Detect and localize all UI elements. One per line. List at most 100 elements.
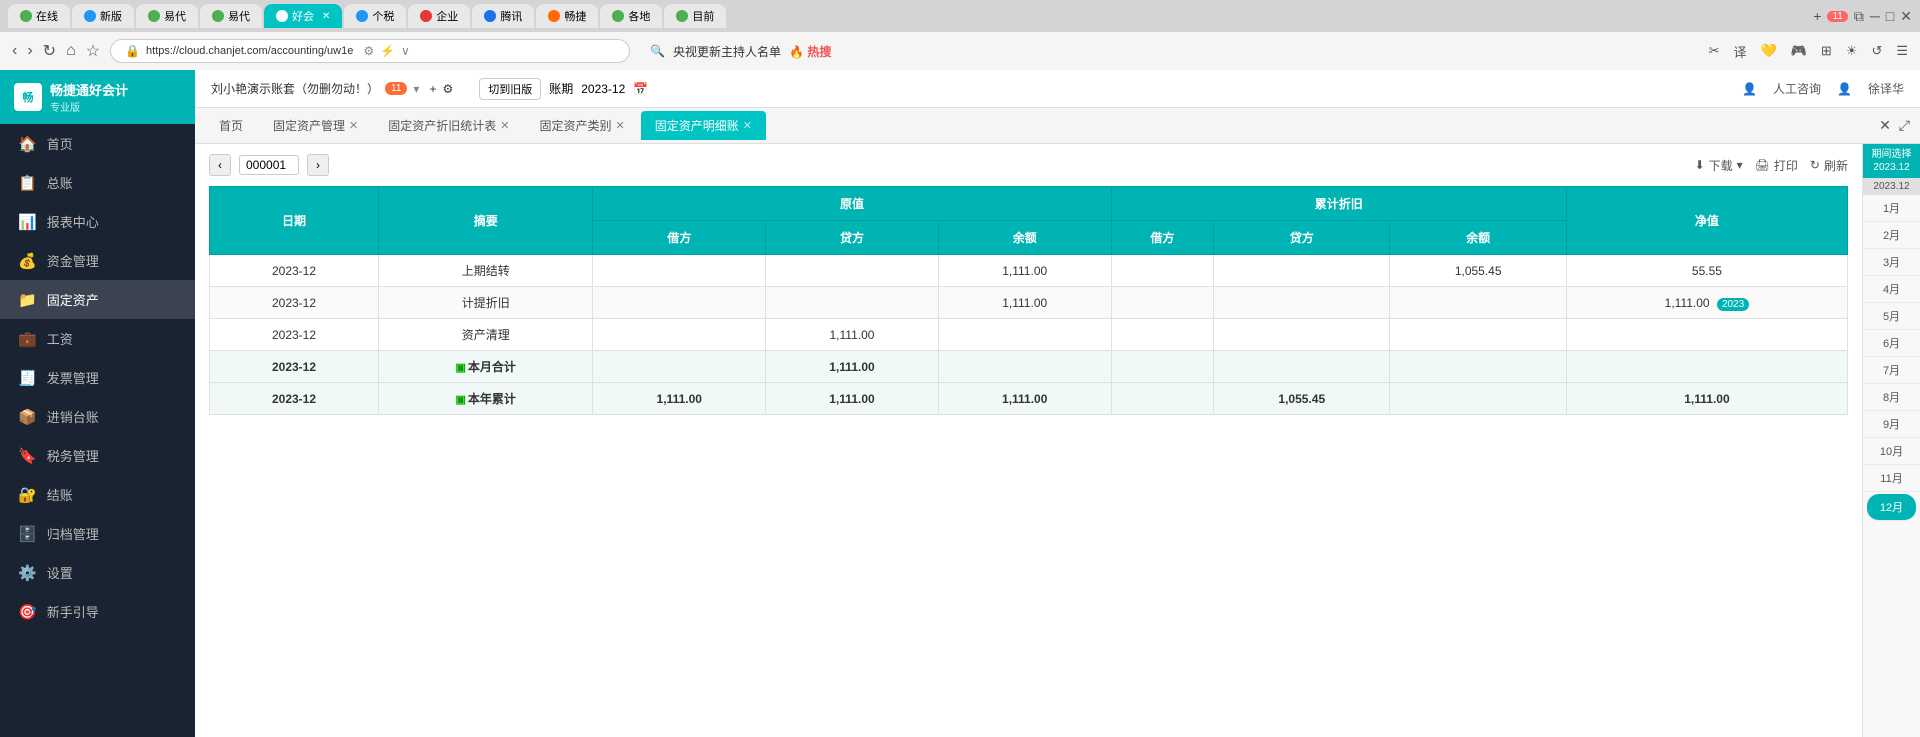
scissors-icon[interactable]: ✂	[1709, 43, 1720, 59]
page-tab-fa-stats[interactable]: 固定资产折旧统计表 ✕	[374, 111, 523, 140]
period-month-8[interactable]: 8月	[1863, 384, 1920, 411]
bookmark-button[interactable]: ☆	[86, 41, 100, 61]
forward-button[interactable]: ›	[27, 42, 32, 60]
tab-restore[interactable]: ⧉	[1854, 8, 1864, 25]
sidebar-item-settings[interactable]: ⚙️ 设置	[0, 553, 195, 592]
tab-企业[interactable]: 企业	[408, 4, 470, 28]
tab-目前[interactable]: 目前	[664, 4, 726, 28]
prev-page-button[interactable]: ‹	[209, 154, 231, 176]
sidebar-item-ledger[interactable]: 📋 总账	[0, 163, 195, 202]
cell-summary: 计提折旧	[379, 287, 593, 319]
sidebar-item-funds[interactable]: 💰 资金管理	[0, 241, 195, 280]
page-tab-fa-detail[interactable]: 固定资产明细账 ✕	[641, 111, 766, 140]
period-label: 账期	[549, 80, 573, 97]
sidebar-item-home[interactable]: 🏠 首页	[0, 124, 195, 163]
period-month-5[interactable]: 5月	[1863, 303, 1920, 330]
tab-好会[interactable]: 好会 ✕	[264, 4, 342, 28]
sidebar-subtitle: 专业版	[50, 99, 128, 114]
add-account-button[interactable]: +	[429, 82, 436, 96]
sidebar-item-sales[interactable]: 📦 进销台账	[0, 397, 195, 436]
sidebar-nav: 🏠 首页 📋 总账 📊 报表中心 💰 资金管理 📁 固定资产 💼 工资	[0, 124, 195, 737]
sidebar-item-closing[interactable]: 🔐 结账	[0, 475, 195, 514]
sidebar-item-fixed-assets[interactable]: 📁 固定资产	[0, 280, 195, 319]
home-button[interactable]: ⌂	[66, 42, 76, 60]
period-month-9[interactable]: 9月	[1863, 411, 1920, 438]
period-month-7[interactable]: 7月	[1863, 357, 1920, 384]
page-tab-home[interactable]: 首页	[205, 111, 257, 140]
menu-icon[interactable]: ☰	[1896, 43, 1908, 59]
cell-summary: ▣本年累计	[379, 383, 593, 415]
tab-各地[interactable]: 各地	[600, 4, 662, 28]
switch-version-button[interactable]: 切到旧版	[479, 78, 541, 100]
period-sidebar-header: 期间选择 2023.12	[1863, 144, 1920, 178]
grid-icon[interactable]: ⊞	[1821, 43, 1832, 59]
period-month-10[interactable]: 10月	[1863, 438, 1920, 465]
collapse-tab-button[interactable]: ✕	[1879, 117, 1891, 134]
settings-account-button[interactable]: ⚙	[442, 82, 453, 96]
refresh-button[interactable]: ↻ 刷新	[1810, 157, 1848, 174]
period-month-12[interactable]: 12月	[1867, 494, 1916, 521]
sidebar-item-guide[interactable]: 🎯 新手引导	[0, 592, 195, 631]
back-button[interactable]: ‹	[12, 42, 17, 60]
content-main: ‹ › ⬇ 下载 ▾ 🖨 打印 ↻	[195, 144, 1862, 737]
help-label[interactable]: 人工咨询	[1773, 80, 1821, 97]
page-tab-fa-detail-label: 固定资产明细账	[655, 117, 739, 134]
cell-orig-debit	[593, 287, 766, 319]
wallet-icon[interactable]: 💛	[1761, 43, 1777, 59]
tab-在线[interactable]: 在线	[8, 4, 70, 28]
close-tab-fa-stats[interactable]: ✕	[500, 119, 509, 132]
brightness-icon[interactable]: ☀	[1846, 43, 1858, 59]
undo-icon[interactable]: ↺	[1871, 43, 1882, 59]
new-tab-button[interactable]: +	[1813, 8, 1821, 24]
period-month-4[interactable]: 4月	[1863, 276, 1920, 303]
search-icon: 🔍	[650, 44, 665, 58]
close-tab-fa-detail[interactable]: ✕	[743, 119, 752, 132]
tab-新版[interactable]: 新版	[72, 4, 134, 28]
th-accumulated-dep: 累计折旧	[1111, 187, 1566, 221]
cell-orig-credit: 1,111.00	[766, 383, 939, 415]
url-box[interactable]: 🔒 https://cloud.chanjet.com/accounting/u…	[110, 39, 630, 63]
sidebar-item-archive[interactable]: 🗄️ 归档管理	[0, 514, 195, 553]
period-month-2[interactable]: 2月	[1863, 222, 1920, 249]
translate-icon[interactable]: 译	[1733, 42, 1746, 61]
maximize-button[interactable]: □	[1886, 8, 1894, 24]
refresh-browser-button[interactable]: ↻	[43, 41, 56, 61]
period-month-11[interactable]: 11月	[1863, 465, 1920, 492]
minimize-button[interactable]: ─	[1870, 8, 1880, 24]
close-button[interactable]: ✕	[1900, 8, 1912, 25]
download-icon: ⬇	[1695, 158, 1705, 172]
cell-orig-debit	[593, 351, 766, 383]
th-summary: 摘要	[379, 187, 593, 255]
download-dropdown-icon[interactable]: ▾	[1737, 158, 1743, 172]
page-tab-fa-category[interactable]: 固定资产类别 ✕	[525, 111, 638, 140]
close-tab-fa-category[interactable]: ✕	[616, 119, 625, 132]
cell-dep-balance: 1,055.45	[1390, 255, 1566, 287]
period-month-3[interactable]: 3月	[1863, 249, 1920, 276]
sidebar-item-tax[interactable]: 🔖 税务管理	[0, 436, 195, 475]
closing-icon: 🔐	[18, 486, 37, 504]
tab-腾讯[interactable]: 腾讯	[472, 4, 534, 28]
tab-易代2[interactable]: 易代	[200, 4, 262, 28]
tab-畅捷[interactable]: 畅捷	[536, 4, 598, 28]
game-icon[interactable]: 🎮	[1791, 43, 1807, 59]
period-sidebar: 期间选择 2023.12 2023.12 1月 2月 3月 4月 5月 6月 7…	[1862, 144, 1920, 737]
calendar-icon[interactable]: 📅	[633, 82, 648, 96]
download-button[interactable]: ⬇ 下载 ▾	[1695, 157, 1743, 174]
page-input[interactable]	[239, 155, 299, 175]
browser-tools: ✂ 译 💛 🎮 ⊞ ☀ ↺ ☰	[1709, 42, 1908, 61]
browser-chrome: 在线 新版 易代 易代 好会 ✕ 个税 企业 腾讯	[0, 0, 1920, 70]
sidebar-item-reports[interactable]: 📊 报表中心	[0, 202, 195, 241]
next-page-button[interactable]: ›	[307, 154, 329, 176]
account-dropdown-icon[interactable]: ▾	[413, 82, 419, 96]
close-tab-fa-mgmt[interactable]: ✕	[349, 119, 358, 132]
period-month-1[interactable]: 1月	[1863, 195, 1920, 222]
print-button[interactable]: 🖨 打印	[1755, 157, 1798, 174]
expand-tab-button[interactable]: ⤢	[1899, 117, 1910, 134]
sidebar-item-payroll[interactable]: 💼 工资	[0, 319, 195, 358]
tab-易代1[interactable]: 易代	[136, 4, 198, 28]
sidebar-item-invoice[interactable]: 🧾 发票管理	[0, 358, 195, 397]
account-badge: 11	[385, 82, 407, 95]
page-tab-fa-mgmt[interactable]: 固定资产管理 ✕	[259, 111, 372, 140]
tab-个税[interactable]: 个税	[344, 4, 406, 28]
period-month-6[interactable]: 6月	[1863, 330, 1920, 357]
